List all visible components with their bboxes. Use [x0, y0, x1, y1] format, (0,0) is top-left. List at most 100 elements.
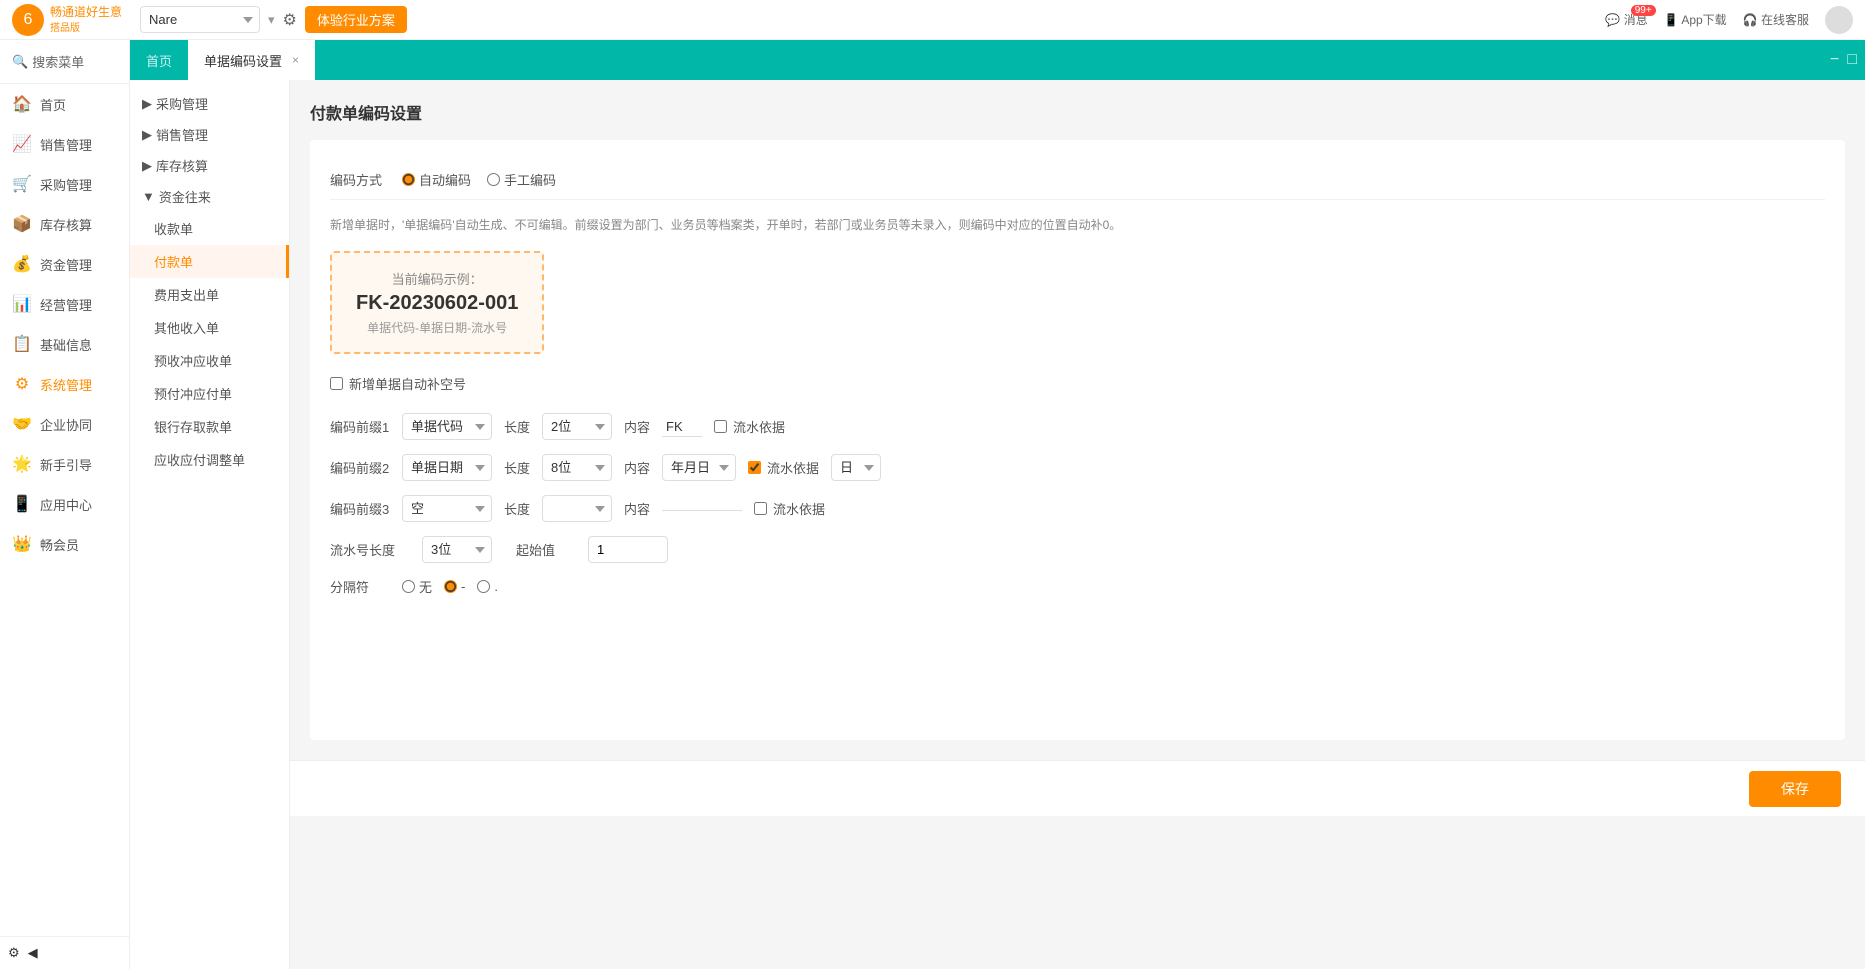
- serial-length-label: 流水号长度: [330, 540, 410, 559]
- sidebar-item-guide[interactable]: 🌟 新手引导: [0, 444, 129, 484]
- avatar[interactable]: [1825, 6, 1853, 34]
- guide-icon: 🌟: [12, 454, 32, 474]
- auto-code-input[interactable]: [402, 173, 415, 186]
- prefix1-select[interactable]: 单据代码: [402, 413, 492, 440]
- topbar-right: 💬 消息 99+ 📱 App下载 🎧 在线客服: [1605, 6, 1853, 34]
- sep-dot-input[interactable]: [477, 580, 490, 593]
- manual-code-input[interactable]: [487, 173, 500, 186]
- company-select[interactable]: Nare: [140, 6, 260, 33]
- prefix2-stream-checkbox[interactable]: [748, 461, 761, 474]
- manual-code-radio[interactable]: 手工编码: [487, 170, 556, 189]
- sidebar-item-operations[interactable]: 📊 经营管理: [0, 284, 129, 324]
- start-value-input[interactable]: [588, 536, 668, 563]
- sub-link-receipt[interactable]: 收款单: [130, 212, 289, 245]
- prefix-row-3: 编码前缀3 空 长度 内容 流水: [330, 495, 1825, 522]
- sidebar-item-inventory[interactable]: 📦 库存核算: [0, 204, 129, 244]
- prefix3-select[interactable]: 空: [402, 495, 492, 522]
- sub-group-inventory[interactable]: ▶ 库存核算: [130, 150, 289, 181]
- prefix3-content-label: 内容: [624, 499, 650, 518]
- prefix3-length-label: 长度: [504, 499, 530, 518]
- code-preview-label: 当前编码示例：: [356, 269, 518, 288]
- sidebar-item-coop[interactable]: 🤝 企业协同: [0, 404, 129, 444]
- sub-link-prepay-payable[interactable]: 预付冲应付单: [130, 377, 289, 410]
- right-panel: 首页 单据编码设置 × − □ ▶ 采购管理 ▶: [130, 40, 1865, 969]
- minimize-icon[interactable]: −: [1830, 51, 1839, 69]
- search-menu-button[interactable]: 🔍 搜索菜单: [8, 48, 121, 75]
- prefix3-length-select[interactable]: [542, 495, 612, 522]
- separator-row: 分隔符 无 -: [330, 577, 1825, 596]
- sep-none-radio[interactable]: 无: [402, 577, 432, 596]
- prefix2-length-label: 长度: [504, 458, 530, 477]
- prefix1-length-select[interactable]: 2位: [542, 413, 612, 440]
- encoding-method-row: 编码方式 自动编码 手工编码: [330, 160, 1825, 200]
- prefix1-content-value: FK: [662, 417, 702, 437]
- auto-fill-checkbox[interactable]: [330, 377, 343, 390]
- main-content-area: 付款单编码设置 编码方式 自动编码: [290, 80, 1865, 760]
- sub-link-prepay-receivable[interactable]: 预收冲应收单: [130, 344, 289, 377]
- sidebar-item-member[interactable]: 👑 畅会员: [0, 524, 129, 564]
- download-icon: 📱: [1664, 13, 1679, 27]
- headset-icon: 🎧: [1743, 13, 1758, 27]
- sub-link-payment[interactable]: 付款单: [130, 245, 289, 278]
- prefix1-length-label: 长度: [504, 417, 530, 436]
- messages-badge[interactable]: 💬 消息 99+: [1605, 11, 1647, 28]
- main-sidebar: 🔍 搜索菜单 🏠 首页 📈 销售管理 🛒 采购管理 📦 库存核算 💰 资金管理 …: [0, 40, 130, 969]
- online-service[interactable]: 🎧 在线客服: [1743, 11, 1809, 28]
- message-icon: 💬: [1605, 13, 1620, 27]
- basic-icon: 📋: [12, 334, 32, 354]
- apps-icon: 📱: [12, 494, 32, 514]
- prefix2-content-label: 内容: [624, 458, 650, 477]
- prefix2-stream-group: 流水依据: [748, 458, 819, 477]
- sidebar-item-finance[interactable]: 💰 资金管理: [0, 244, 129, 284]
- tab-close-icon[interactable]: ×: [292, 53, 299, 67]
- prefix2-period-select[interactable]: 日: [831, 454, 881, 481]
- prefix1-label: 编码前缀1: [330, 417, 390, 436]
- sidebar-item-home[interactable]: 🏠 首页: [0, 84, 129, 124]
- sub-link-expense[interactable]: 费用支出单: [130, 278, 289, 311]
- sidebar-item-system[interactable]: ⚙ 系统管理: [0, 364, 129, 404]
- prefix2-label: 编码前缀2: [330, 458, 390, 477]
- prefix3-stream-checkbox[interactable]: [754, 502, 767, 515]
- collapse-icon[interactable]: ◀: [28, 945, 38, 961]
- main-layout: 🔍 搜索菜单 🏠 首页 📈 销售管理 🛒 采购管理 📦 库存核算 💰 资金管理 …: [0, 40, 1865, 969]
- sep-none-input[interactable]: [402, 580, 415, 593]
- serial-length-select[interactable]: 3位: [422, 536, 492, 563]
- sidebar-item-purchase[interactable]: 🛒 采购管理: [0, 164, 129, 204]
- start-value-label: 起始值: [516, 540, 576, 559]
- sub-link-bank-deposit[interactable]: 银行存取款单: [130, 410, 289, 443]
- main-right: 付款单编码设置 编码方式 自动编码: [290, 80, 1865, 969]
- sidebar-item-sales[interactable]: 📈 销售管理: [0, 124, 129, 164]
- serial-row: 流水号长度 3位 起始值: [330, 536, 1825, 563]
- prefix2-content-select[interactable]: 年月日: [662, 454, 736, 481]
- sidebar-item-basic[interactable]: 📋 基础信息: [0, 324, 129, 364]
- sub-link-other-income[interactable]: 其他收入单: [130, 311, 289, 344]
- sep-dash-radio[interactable]: -: [444, 579, 465, 594]
- auto-code-radio[interactable]: 自动编码: [402, 170, 471, 189]
- prefix2-length-select[interactable]: 8位: [542, 454, 612, 481]
- page-title: 付款单编码设置: [310, 100, 1845, 124]
- sub-group-sales[interactable]: ▶ 销售管理: [130, 119, 289, 150]
- home-icon: 🏠: [12, 94, 32, 114]
- chevron-down-icon2: ▼: [142, 189, 155, 204]
- tab-code-settings[interactable]: 单据编码设置 ×: [188, 40, 315, 80]
- sub-link-adjust[interactable]: 应收应付调整单: [130, 443, 289, 476]
- sub-group-purchase[interactable]: ▶ 采购管理: [130, 88, 289, 119]
- prefix1-content-label: 内容: [624, 417, 650, 436]
- app-download[interactable]: 📱 App下载: [1664, 11, 1727, 28]
- finance-icon: 💰: [12, 254, 32, 274]
- settings-icon[interactable]: ⚙: [8, 945, 20, 961]
- tab-home[interactable]: 首页: [130, 40, 188, 80]
- save-button[interactable]: 保存: [1749, 771, 1841, 807]
- sep-dot-radio[interactable]: .: [477, 579, 498, 594]
- trial-button[interactable]: 体验行业方案: [305, 6, 407, 33]
- prefix1-stream-checkbox[interactable]: [714, 420, 727, 433]
- maximize-icon[interactable]: □: [1847, 51, 1857, 69]
- prefix3-stream-label: 流水依据: [773, 499, 825, 518]
- sidebar-item-apps[interactable]: 📱 应用中心: [0, 484, 129, 524]
- gear-icon[interactable]: ⚙: [283, 10, 297, 30]
- prefix2-select[interactable]: 单据日期: [402, 454, 492, 481]
- sep-dash-input[interactable]: [444, 580, 457, 593]
- member-icon: 👑: [12, 534, 32, 554]
- sub-group-finance[interactable]: ▼ 资金往来: [130, 181, 289, 212]
- sub-sidebar: ▶ 采购管理 ▶ 销售管理 ▶ 库存核算 ▼ 资金往来: [130, 80, 290, 969]
